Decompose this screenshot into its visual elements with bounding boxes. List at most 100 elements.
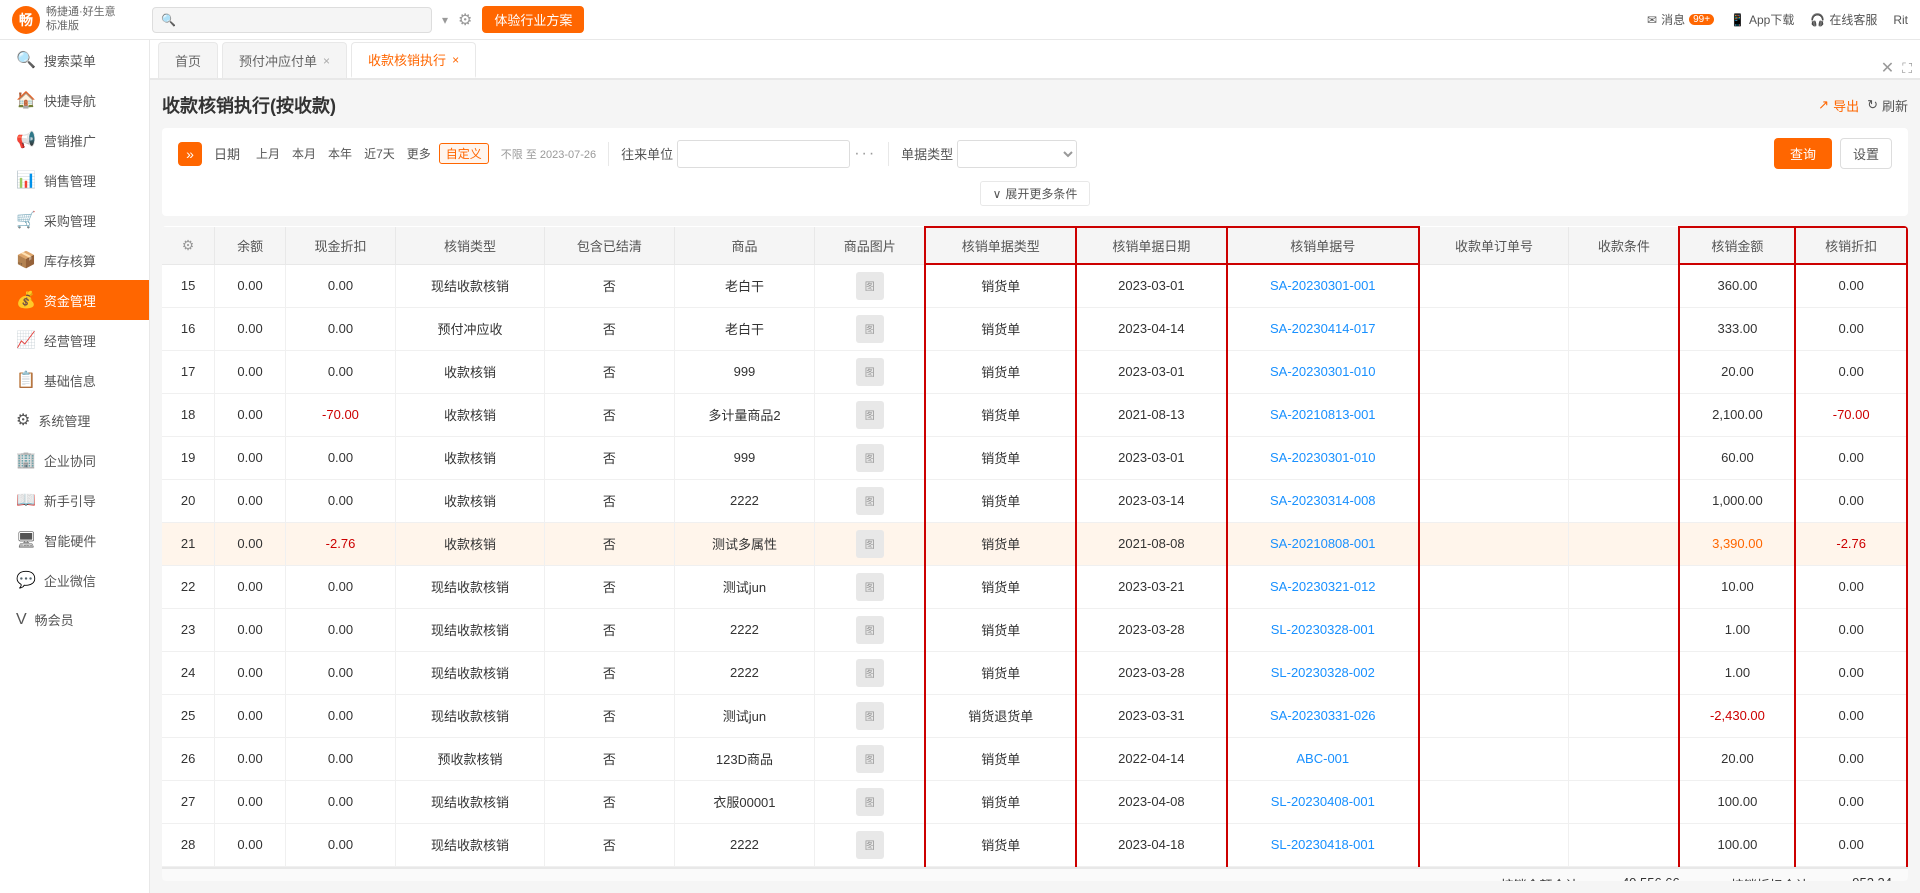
table-row: 240.000.00现结收款核销否2222图销货单2023-03-28SL-20… (162, 651, 1907, 694)
table-cell-receipt-order-no (1419, 307, 1569, 350)
tab-prepay[interactable]: 预付冲应付单 × (222, 42, 347, 78)
table-cell-include-settled: 否 (545, 350, 675, 393)
app-download-button[interactable]: 📱 App下载 (1730, 11, 1794, 28)
filter-date-this-month[interactable]: 本月 (288, 143, 320, 164)
table-cell-cancel-type: 现结收款核销 (395, 823, 544, 866)
filter-date-7days[interactable]: 近7天 (360, 143, 399, 164)
table-cell-no: 22 (162, 565, 215, 608)
table-cell-cancel-bill-no[interactable]: SA-20230301-010 (1227, 350, 1419, 393)
settings-button[interactable]: 设置 (1840, 138, 1892, 169)
table-cell-receipt-order-no (1419, 350, 1569, 393)
filter-date-this-year[interactable]: 本年 (324, 143, 356, 164)
table-cell-cancel-amount: 100.00 (1679, 780, 1795, 823)
table-cell-cancel-discount: 0.00 (1795, 823, 1907, 866)
table-cell-cancel-bill-no[interactable]: SA-20210808-001 (1227, 522, 1419, 565)
sidebar-item-member[interactable]: V 畅会员 (0, 600, 149, 639)
sidebar-item-search[interactable]: 🔍 搜索菜单 (0, 40, 149, 80)
table-cell-cancel-bill-no[interactable]: SL-20230408-001 (1227, 780, 1419, 823)
table-cell-cancel-bill-no[interactable]: SL-20230328-002 (1227, 651, 1419, 694)
sidebar-item-hardware[interactable]: 🖥 智能硬件 (0, 520, 149, 560)
footer-cancel-discount-label: 核销折扣合计: (1731, 875, 1813, 882)
user-info[interactable]: Rit (1893, 13, 1908, 27)
tab-bar: 首页 预付冲应付单 × 收款核销执行 × ✕ ⛶ (150, 40, 1920, 80)
table-cell-include-settled: 否 (545, 823, 675, 866)
table-cell-cancel-amount: 20.00 (1679, 737, 1795, 780)
sidebar-item-inventory[interactable]: 📦 库存核算 (0, 240, 149, 280)
filter-date-more[interactable]: 更多 (403, 143, 435, 164)
col-include-settled: 包含已结清 (545, 227, 675, 264)
table-cell-no: 17 (162, 350, 215, 393)
hardware-icon: 🖥 (16, 530, 36, 550)
table-cell-cancel-bill-date: 2023-03-21 (1076, 565, 1227, 608)
sidebar-item-quicknav[interactable]: 🏠 快捷导航 (0, 80, 149, 120)
gear-icon[interactable]: ⚙ (458, 10, 472, 30)
table-cell-balance: 0.00 (215, 780, 286, 823)
table-row: 170.000.00收款核销否999图销货单2023-03-01SA-20230… (162, 350, 1907, 393)
table-cell-cancel-bill-date: 2023-04-08 (1076, 780, 1227, 823)
tab-collection-close[interactable]: × (452, 53, 459, 67)
table-cell-cancel-bill-date: 2021-08-08 (1076, 522, 1227, 565)
filter-single-type-select[interactable] (957, 140, 1077, 168)
table-cell-cancel-bill-no[interactable]: SA-20230414-017 (1227, 307, 1419, 350)
tab-home[interactable]: 首页 (158, 42, 218, 78)
sidebar-item-marketing[interactable]: 📢 营销推广 (0, 120, 149, 160)
tab-collection[interactable]: 收款核销执行 × (351, 42, 476, 78)
inventory-icon: 📦 (16, 250, 36, 270)
purchase-icon: 🛒 (16, 210, 36, 230)
table-cell-cancel-type: 收款核销 (395, 393, 544, 436)
table-cell-cancel-bill-no[interactable]: SA-20230331-026 (1227, 694, 1419, 737)
table-cell-cancel-bill-no[interactable]: SA-20230314-008 (1227, 479, 1419, 522)
sidebar-item-guide[interactable]: 📖 新手引导 (0, 480, 149, 520)
table-cell-product: 测试jun (674, 565, 814, 608)
sidebar-item-wechat[interactable]: 💬 企业微信 (0, 560, 149, 600)
chevron-down-icon[interactable]: ▾ (442, 13, 448, 27)
table-cell-cancel-bill-no[interactable]: SL-20230328-001 (1227, 608, 1419, 651)
table-cell-cash-discount: 0.00 (286, 565, 396, 608)
tab-close-all-icon[interactable]: ✕ (1881, 58, 1894, 78)
table-cell-cancel-bill-type: 销货单 (925, 264, 1076, 307)
table-cell-product-img: 图 (815, 393, 926, 436)
sidebar-item-basic[interactable]: 📋 基础信息 (0, 360, 149, 400)
filter-from-unit-input[interactable] (677, 140, 850, 168)
page-content: 收款核销执行(按收款) ↗ 导出 ↻ 刷新 » 日期 上月 (150, 80, 1920, 893)
solution-button[interactable]: 体验行业方案 (482, 6, 584, 33)
message-button[interactable]: ✉ 消息 99+ (1647, 11, 1714, 28)
col-settings-icon[interactable]: ⚙ (182, 237, 195, 253)
online-service-button[interactable]: 🎧 在线客服 (1810, 11, 1877, 28)
online-service-label: 在线客服 (1829, 11, 1877, 28)
table-cell-cancel-bill-no[interactable]: SA-20230301-001 (1227, 264, 1419, 307)
table-cell-receipt-condition (1569, 522, 1680, 565)
sidebar-item-enterprise[interactable]: 🏢 企业协同 (0, 440, 149, 480)
table-cell-include-settled: 否 (545, 436, 675, 479)
filter-date-last-month[interactable]: 上月 (252, 143, 284, 164)
expand-more-button[interactable]: ∨ 展开更多条件 (980, 181, 1091, 206)
filter-date-custom[interactable]: 自定义 (439, 143, 489, 164)
tab-expand-icon[interactable]: ⛶ (1902, 60, 1912, 77)
sidebar-item-finance[interactable]: 💰 资金管理 (0, 280, 149, 320)
sidebar-item-label: 企业微信 (44, 571, 96, 590)
sidebar-item-sales[interactable]: 📊 销售管理 (0, 160, 149, 200)
sidebar-item-operations[interactable]: 📈 经营管理 (0, 320, 149, 360)
table-cell-cancel-bill-no[interactable]: ABC-001 (1227, 737, 1419, 780)
table-cell-cancel-amount: -2,430.00 (1679, 694, 1795, 737)
table-cell-cancel-bill-date: 2023-04-18 (1076, 823, 1227, 866)
sidebar-item-purchase[interactable]: 🛒 采购管理 (0, 200, 149, 240)
col-gear[interactable]: ⚙ (162, 227, 215, 264)
query-button[interactable]: 查询 (1774, 138, 1832, 169)
col-cancel-discount: 核销折扣 (1795, 227, 1907, 264)
refresh-button[interactable]: ↻ 刷新 (1867, 96, 1908, 115)
table-cell-cancel-bill-no[interactable]: SA-20230301-010 (1227, 436, 1419, 479)
table-cell-no: 24 (162, 651, 215, 694)
table-cell-cancel-bill-no[interactable]: SL-20230418-001 (1227, 823, 1419, 866)
basic-icon: 📋 (16, 370, 36, 390)
operations-icon: 📈 (16, 330, 36, 350)
table-cell-cancel-bill-no[interactable]: SA-20210813-001 (1227, 393, 1419, 436)
export-button[interactable]: ↗ 导出 (1818, 96, 1859, 115)
table-cell-cash-discount: 0.00 (286, 608, 396, 651)
search-box[interactable]: 🔍 (152, 7, 432, 33)
filter-expand-button[interactable]: » (178, 142, 202, 166)
sidebar-item-system[interactable]: ⚙ 系统管理 (0, 400, 149, 440)
refresh-icon: ↻ (1867, 97, 1878, 113)
tab-prepay-close[interactable]: × (323, 54, 330, 68)
table-cell-cancel-bill-no[interactable]: SA-20230321-012 (1227, 565, 1419, 608)
